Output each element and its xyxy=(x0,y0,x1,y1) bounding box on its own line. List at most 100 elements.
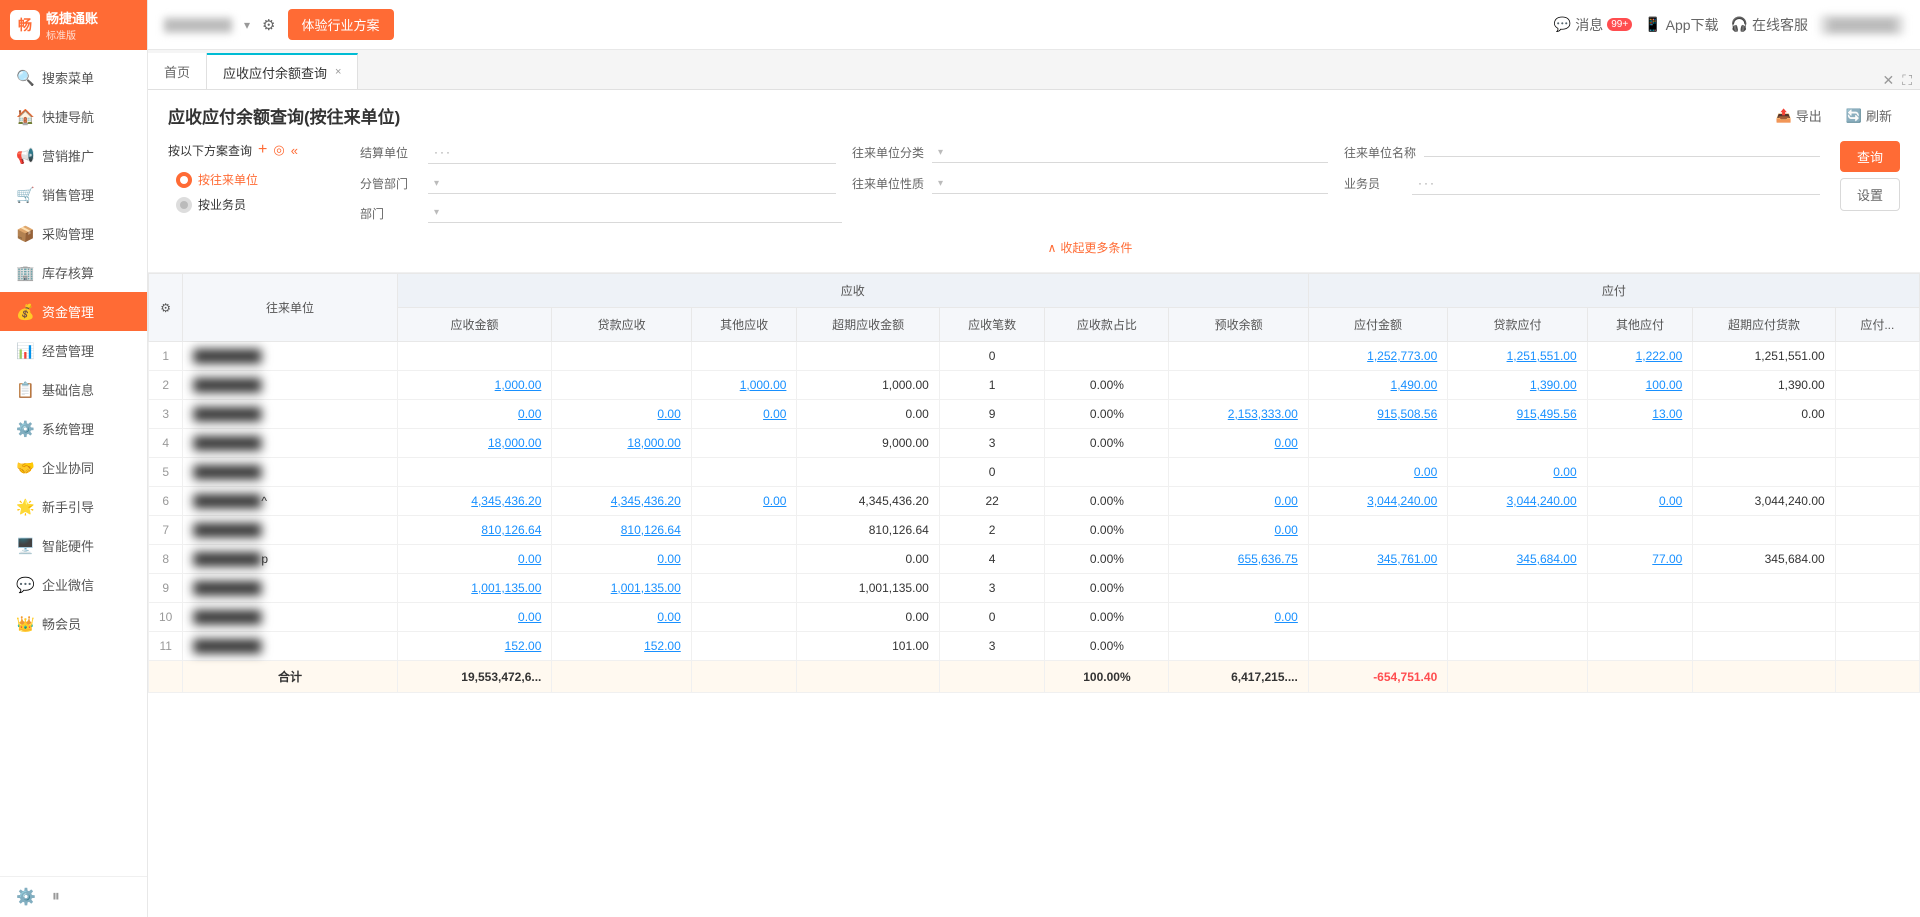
sidebar-item-wechat[interactable]: 💬企业微信 xyxy=(0,565,147,604)
close-window-icon[interactable]: ✕ xyxy=(1882,72,1894,89)
cell-loan-pay xyxy=(1448,603,1587,632)
partner-nature-input[interactable]: ▾ xyxy=(932,174,1328,194)
cell-partner: ████████^ xyxy=(183,487,397,516)
sidebar-item-quick[interactable]: 🏠快捷导航 xyxy=(0,97,147,136)
cell-pay-amt: 1,490.00 xyxy=(1308,371,1447,400)
cell-prepaid: 0.00 xyxy=(1169,516,1308,545)
sidebar-item-basic[interactable]: 📋基础信息 xyxy=(0,370,147,409)
th-payable-group: 应付 xyxy=(1308,274,1919,308)
th-recv-amt: 应收金额 xyxy=(397,308,552,342)
sidebar-item-hardware[interactable]: 🖥️智能硬件 xyxy=(0,526,147,565)
table-settings-col[interactable]: ⚙ xyxy=(149,274,183,342)
cell-recv-ratio: 0.00% xyxy=(1045,603,1169,632)
partner-nature-field: 往来单位性质 ▾ xyxy=(852,174,1328,194)
cell-prepaid xyxy=(1169,632,1308,661)
collapse-more-btn[interactable]: ∧ 收起更多条件 xyxy=(360,235,1820,260)
sidebar-icon-basic: 📋 xyxy=(16,381,34,399)
service-section[interactable]: 🎧 在线客服 xyxy=(1731,15,1808,35)
dept-input[interactable]: ▾ xyxy=(428,203,842,223)
export-icon: 📤 xyxy=(1776,108,1792,124)
partner-category-input[interactable]: ▾ xyxy=(932,143,1328,163)
cell-recv-count: 9 xyxy=(939,400,1045,429)
sidebar-item-capital[interactable]: 💰资金管理 xyxy=(0,292,147,331)
sidebar-label-marketing: 营销推广 xyxy=(42,146,94,165)
sidebar-item-marketing[interactable]: 📢营销推广 xyxy=(0,136,147,175)
sidebar-item-sales[interactable]: 🛒销售管理 xyxy=(0,175,147,214)
app-label: App下载 xyxy=(1666,15,1719,35)
refresh-icon: 🔄 xyxy=(1846,108,1862,124)
export-button[interactable]: 📤 导出 xyxy=(1768,102,1830,129)
edit-scheme-btn[interactable]: ◎ xyxy=(273,142,284,158)
sidebar-item-purchase[interactable]: 📦采购管理 xyxy=(0,214,147,253)
message-label: 消息 xyxy=(1575,15,1603,35)
service-icon: 🎧 xyxy=(1731,16,1748,33)
th-receivable-group: 应收 xyxy=(397,274,1308,308)
gear-icon[interactable]: ⚙ xyxy=(262,16,275,34)
scheme-panel: 按以下方案查询 + ◎ « 按往来单位 按业务员 xyxy=(168,141,348,260)
salesman-input[interactable]: ··· xyxy=(1412,172,1820,195)
cell-other-pay xyxy=(1587,516,1693,545)
scheme-by-salesman[interactable]: 按业务员 xyxy=(168,192,348,217)
sidebar-label-purchase: 采购管理 xyxy=(42,224,94,243)
settlement-unit-input[interactable]: ··· xyxy=(428,141,836,164)
sidebar-label-sales: 销售管理 xyxy=(42,185,94,204)
cell-other-pay xyxy=(1587,458,1693,487)
th-pay-amt: 应付金额 xyxy=(1308,308,1447,342)
th-loan-recv: 贷款应收 xyxy=(552,308,691,342)
sidebar-item-search[interactable]: 🔍搜索菜单 xyxy=(0,58,147,97)
sidebar-label-capital: 资金管理 xyxy=(42,302,94,321)
table-row: 6 ████████^ 4,345,436.20 4,345,436.20 0.… xyxy=(149,487,1920,516)
sidebar-item-system[interactable]: ⚙️系统管理 xyxy=(0,409,147,448)
cell-overdue-recv: 4,345,436.20 xyxy=(797,487,939,516)
message-section[interactable]: 💬 消息 99+ xyxy=(1554,15,1632,35)
cell-overdue-pay xyxy=(1693,458,1835,487)
dept-manage-input[interactable]: ▾ xyxy=(428,174,836,194)
home-tab-label: 首页 xyxy=(164,62,190,81)
cell-pay-amt xyxy=(1308,632,1447,661)
cell-pay-more xyxy=(1835,429,1919,458)
cell-recv-count: 4 xyxy=(939,545,1045,574)
set-button[interactable]: 设置 xyxy=(1840,178,1900,211)
query-button[interactable]: 查询 xyxy=(1840,141,1900,172)
maximize-window-icon[interactable]: ⛶ xyxy=(1902,72,1912,89)
sidebar-item-guide[interactable]: 🌟新手引导 xyxy=(0,487,147,526)
row-num-4: 4 xyxy=(149,429,183,458)
collapse-icon[interactable]: ⏸ xyxy=(52,888,60,906)
settings-icon[interactable]: ⚙️ xyxy=(16,887,36,907)
table-row: 4 ████████ 18,000.00 18,000.00 9,000.00 … xyxy=(149,429,1920,458)
scheme-header: 按以下方案查询 + ◎ « xyxy=(168,141,348,159)
cell-partner: ████████ xyxy=(183,371,397,400)
cell-pay-more xyxy=(1835,545,1919,574)
cell-loan-pay: 0.00 xyxy=(1448,458,1587,487)
table-row: 3 ████████ 0.00 0.00 0.00 0.00 9 0.00% 2… xyxy=(149,400,1920,429)
table-row: 2 ████████ 1,000.00 1,000.00 1,000.00 1 … xyxy=(149,371,1920,400)
cell-prepaid xyxy=(1169,371,1308,400)
sidebar-icon-member: 👑 xyxy=(16,615,34,633)
th-pay-more: 应付... xyxy=(1835,308,1919,342)
scheme-by-partner[interactable]: 按往来单位 xyxy=(168,167,348,192)
collapse-scheme-btn[interactable]: « xyxy=(291,143,298,158)
sidebar-item-operation[interactable]: 📊经营管理 xyxy=(0,331,147,370)
trial-button[interactable]: 体验行业方案 xyxy=(288,9,394,40)
app-download-section[interactable]: 📱 App下载 xyxy=(1644,15,1718,35)
sidebar-item-member[interactable]: 👑畅会员 xyxy=(0,604,147,643)
tab-ar-query[interactable]: 应收应付余额查询 × xyxy=(207,53,358,89)
cell-prepaid: 0.00 xyxy=(1169,487,1308,516)
cell-recv-ratio: 0.00% xyxy=(1045,574,1169,603)
user-avatar[interactable]: ████████ xyxy=(1820,15,1904,35)
cell-pay-amt: 0.00 xyxy=(1308,458,1447,487)
partner-nature-label: 往来单位性质 xyxy=(852,175,924,192)
sidebar-item-inventory[interactable]: 🏢库存核算 xyxy=(0,253,147,292)
cell-partner: ████████ xyxy=(183,516,397,545)
tab-close-icon[interactable]: × xyxy=(335,66,341,78)
refresh-button[interactable]: 🔄 刷新 xyxy=(1838,102,1900,129)
partner-name-input[interactable] xyxy=(1424,148,1820,157)
tab-home[interactable]: 首页 xyxy=(148,53,207,89)
cell-loan-recv: 4,345,436.20 xyxy=(552,487,691,516)
cell-partner: ████████p xyxy=(183,545,397,574)
cell-other-recv: 0.00 xyxy=(691,400,797,429)
add-scheme-btn[interactable]: + xyxy=(258,141,267,159)
cell-loan-recv: 152.00 xyxy=(552,632,691,661)
cell-partner: ████████ xyxy=(183,574,397,603)
sidebar-item-corp[interactable]: 🤝企业协同 xyxy=(0,448,147,487)
